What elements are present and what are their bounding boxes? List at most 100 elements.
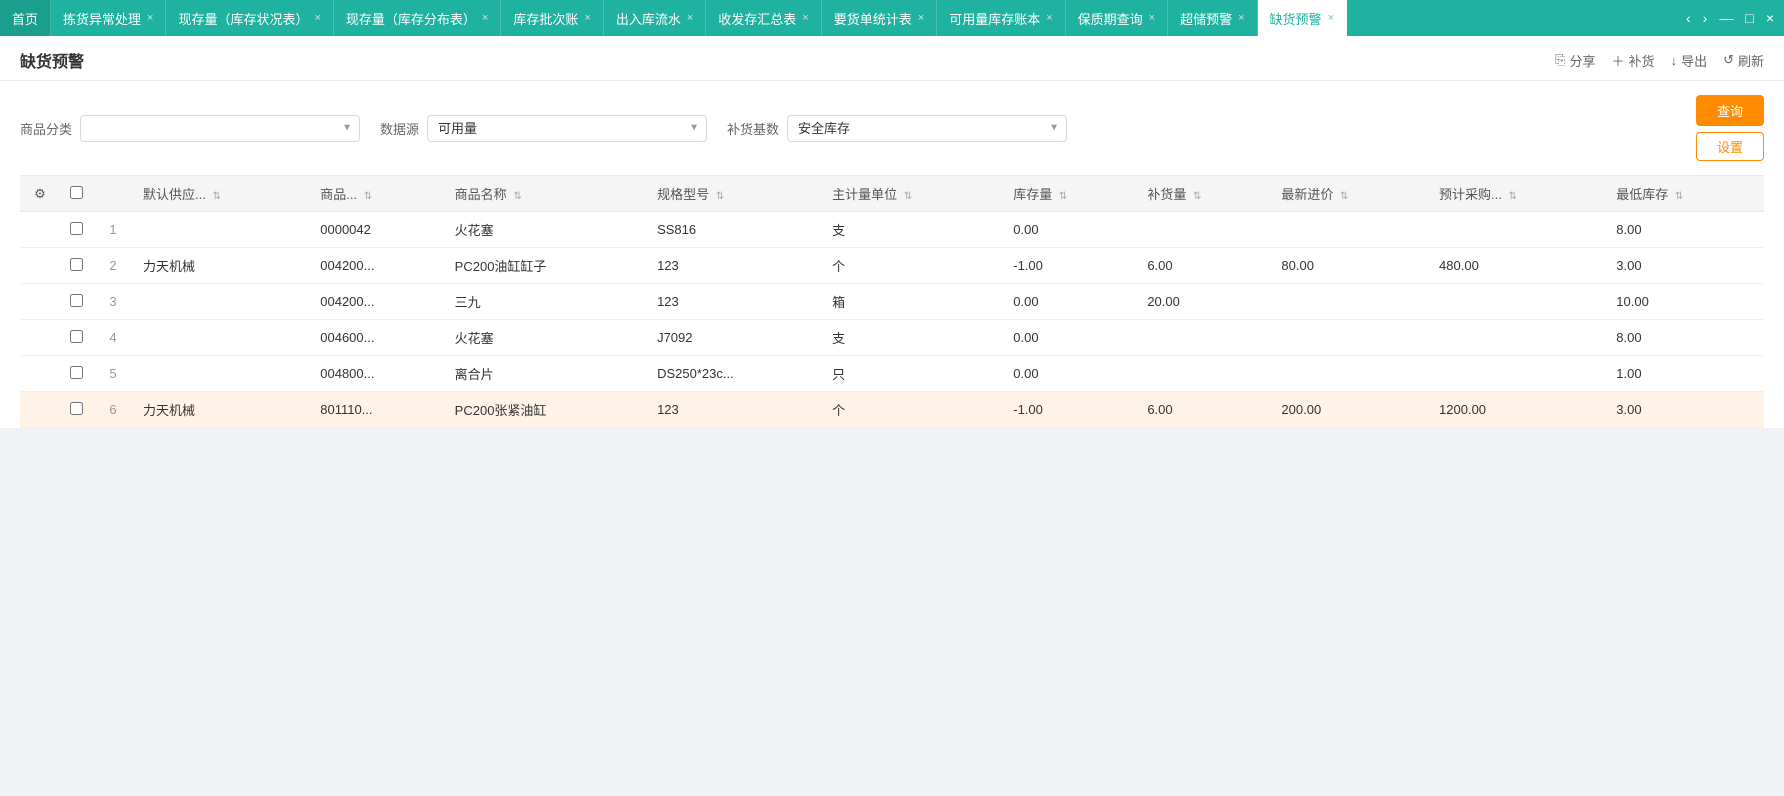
sort-spec-icon: ⇅ — [716, 191, 724, 202]
row-name-5: PC200张紧油缸 — [445, 392, 647, 428]
tab-receive-summary-close[interactable]: × — [802, 12, 808, 24]
row-latest-price-5: 200.00 — [1271, 392, 1429, 428]
row-latest-price-2 — [1271, 284, 1429, 320]
col-est-purchase[interactable]: 预计采购... ⇅ — [1429, 176, 1606, 212]
row-checkbox-2[interactable] — [70, 294, 83, 307]
replenish-base-select[interactable]: 安全库存 — [787, 115, 1067, 142]
refresh-label: 刷新 — [1738, 51, 1764, 70]
col-checkbox[interactable] — [60, 176, 93, 212]
row-gear-3 — [20, 320, 60, 356]
col-min-stock-label: 最低库存 — [1616, 187, 1668, 202]
window-minimize-button[interactable]: — — [1713, 6, 1739, 30]
tab-inventory-status[interactable]: 现存量（库存状况表） × — [166, 0, 333, 36]
tab-next-button[interactable]: › — [1697, 6, 1714, 30]
tab-overstock[interactable]: 超储预警 × — [1168, 0, 1257, 36]
category-select[interactable] — [80, 115, 360, 142]
row-spec-0: SS816 — [647, 212, 822, 248]
col-code[interactable]: 商品... ⇅ — [310, 176, 444, 212]
export-icon: ↓ — [1671, 53, 1678, 68]
select-all-checkbox[interactable] — [70, 186, 83, 199]
tab-available-ledger-close[interactable]: × — [1046, 12, 1052, 24]
setting-button[interactable]: 设置 — [1696, 132, 1764, 161]
col-latest-price[interactable]: 最新进价 ⇅ — [1271, 176, 1429, 212]
share-button[interactable]: ⎘ 分享 — [1555, 51, 1595, 70]
tab-inventory-dist[interactable]: 现存量（库存分布表） × — [334, 0, 501, 36]
col-unit[interactable]: 主计量单位 ⇅ — [822, 176, 1003, 212]
tab-inventory-dist-close[interactable]: × — [482, 12, 488, 24]
row-checkbox-cell-0[interactable] — [60, 212, 93, 248]
row-num-5: 6 — [93, 392, 133, 428]
tab-order-stats[interactable]: 要货单统计表 × — [822, 0, 937, 36]
row-gear-1 — [20, 248, 60, 284]
share-icon: ⎘ — [1555, 52, 1565, 68]
tab-available-ledger[interactable]: 可用量库存账本 × — [937, 0, 1065, 36]
row-min-stock-1: 3.00 — [1606, 248, 1764, 284]
col-min-stock[interactable]: 最低库存 ⇅ — [1606, 176, 1764, 212]
tab-flow-close[interactable]: × — [687, 12, 693, 24]
row-checkbox-3[interactable] — [70, 330, 83, 343]
row-num-3: 4 — [93, 320, 133, 356]
tab-prev-button[interactable]: ‹ — [1680, 6, 1697, 30]
tab-batch-account-close[interactable]: × — [584, 12, 590, 24]
row-spec-3: J7092 — [647, 320, 822, 356]
row-checkbox-cell-2[interactable] — [60, 284, 93, 320]
export-button[interactable]: ↓ 导出 — [1671, 51, 1708, 70]
row-code-1: 004200... — [310, 248, 444, 284]
category-label: 商品分类 — [20, 119, 72, 138]
table-row: 6 力天机械 801110... PC200张紧油缸 123 个 -1.00 6… — [20, 392, 1764, 428]
col-supplier[interactable]: 默认供应... ⇅ — [133, 176, 310, 212]
tab-abnormal-close[interactable]: × — [147, 12, 153, 24]
replenish-button[interactable]: ＋ 补货 — [1612, 51, 1655, 70]
col-supplier-label: 默认供应... — [143, 187, 206, 202]
row-stock-0: 0.00 — [1003, 212, 1137, 248]
row-replenish-0 — [1137, 212, 1271, 248]
row-checkbox-cell-5[interactable] — [60, 392, 93, 428]
row-spec-1: 123 — [647, 248, 822, 284]
row-est-purchase-0 — [1429, 212, 1606, 248]
tab-expiry[interactable]: 保质期查询 × — [1066, 0, 1168, 36]
tab-batch-account[interactable]: 库存批次账 × — [501, 0, 603, 36]
tab-inventory-status-close[interactable]: × — [314, 12, 320, 24]
tab-order-stats-label: 要货单统计表 — [834, 9, 912, 28]
col-code-label: 商品... — [320, 187, 357, 202]
refresh-icon: ↺ — [1723, 52, 1734, 68]
col-replenish[interactable]: 补货量 ⇅ — [1137, 176, 1271, 212]
row-checkbox-0[interactable] — [70, 222, 83, 235]
window-close-button[interactable]: × — [1760, 6, 1780, 30]
query-button[interactable]: 查询 — [1696, 95, 1764, 126]
datasource-select[interactable]: 可用量 — [427, 115, 707, 142]
col-stock[interactable]: 库存量 ⇅ — [1003, 176, 1137, 212]
row-code-3: 004600... — [310, 320, 444, 356]
category-select-wrapper — [80, 115, 360, 142]
row-replenish-2: 20.00 — [1137, 284, 1271, 320]
tab-inventory-status-label: 现存量（库存状况表） — [178, 9, 308, 28]
tab-overstock-close[interactable]: × — [1238, 12, 1244, 24]
tab-expiry-close[interactable]: × — [1149, 12, 1155, 24]
col-name[interactable]: 商品名称 ⇅ — [445, 176, 647, 212]
col-est-purchase-label: 预计采购... — [1439, 187, 1502, 202]
filter-actions: 查询 设置 — [1696, 95, 1764, 161]
tab-flow-label: 出入库流水 — [616, 9, 681, 28]
row-checkbox-1[interactable] — [70, 258, 83, 271]
row-est-purchase-1: 480.00 — [1429, 248, 1606, 284]
row-checkbox-5[interactable] — [70, 402, 83, 415]
row-checkbox-cell-1[interactable] — [60, 248, 93, 284]
table-container: ⚙ 默认供应... ⇅ 商品... ⇅ 商品名称 — [0, 175, 1784, 428]
tab-shortage-close[interactable]: × — [1328, 12, 1334, 24]
col-gear[interactable]: ⚙ — [20, 176, 60, 212]
col-spec[interactable]: 规格型号 ⇅ — [647, 176, 822, 212]
tab-abnormal[interactable]: 拣货异常处理 × — [51, 0, 166, 36]
row-checkbox-cell-4[interactable] — [60, 356, 93, 392]
row-name-4: 离合片 — [445, 356, 647, 392]
replenish-base-label: 补货基数 — [727, 119, 779, 138]
window-maximize-button[interactable]: □ — [1739, 6, 1759, 30]
tab-flow[interactable]: 出入库流水 × — [604, 0, 706, 36]
tab-order-stats-close[interactable]: × — [918, 12, 924, 24]
refresh-button[interactable]: ↺ 刷新 — [1723, 51, 1764, 70]
row-checkbox-4[interactable] — [70, 366, 83, 379]
tab-receive-summary[interactable]: 收发存汇总表 × — [706, 0, 821, 36]
row-checkbox-cell-3[interactable] — [60, 320, 93, 356]
row-replenish-4 — [1137, 356, 1271, 392]
tab-shortage[interactable]: 缺货预警 × — [1258, 0, 1347, 36]
tab-home[interactable]: 首页 — [0, 0, 51, 36]
